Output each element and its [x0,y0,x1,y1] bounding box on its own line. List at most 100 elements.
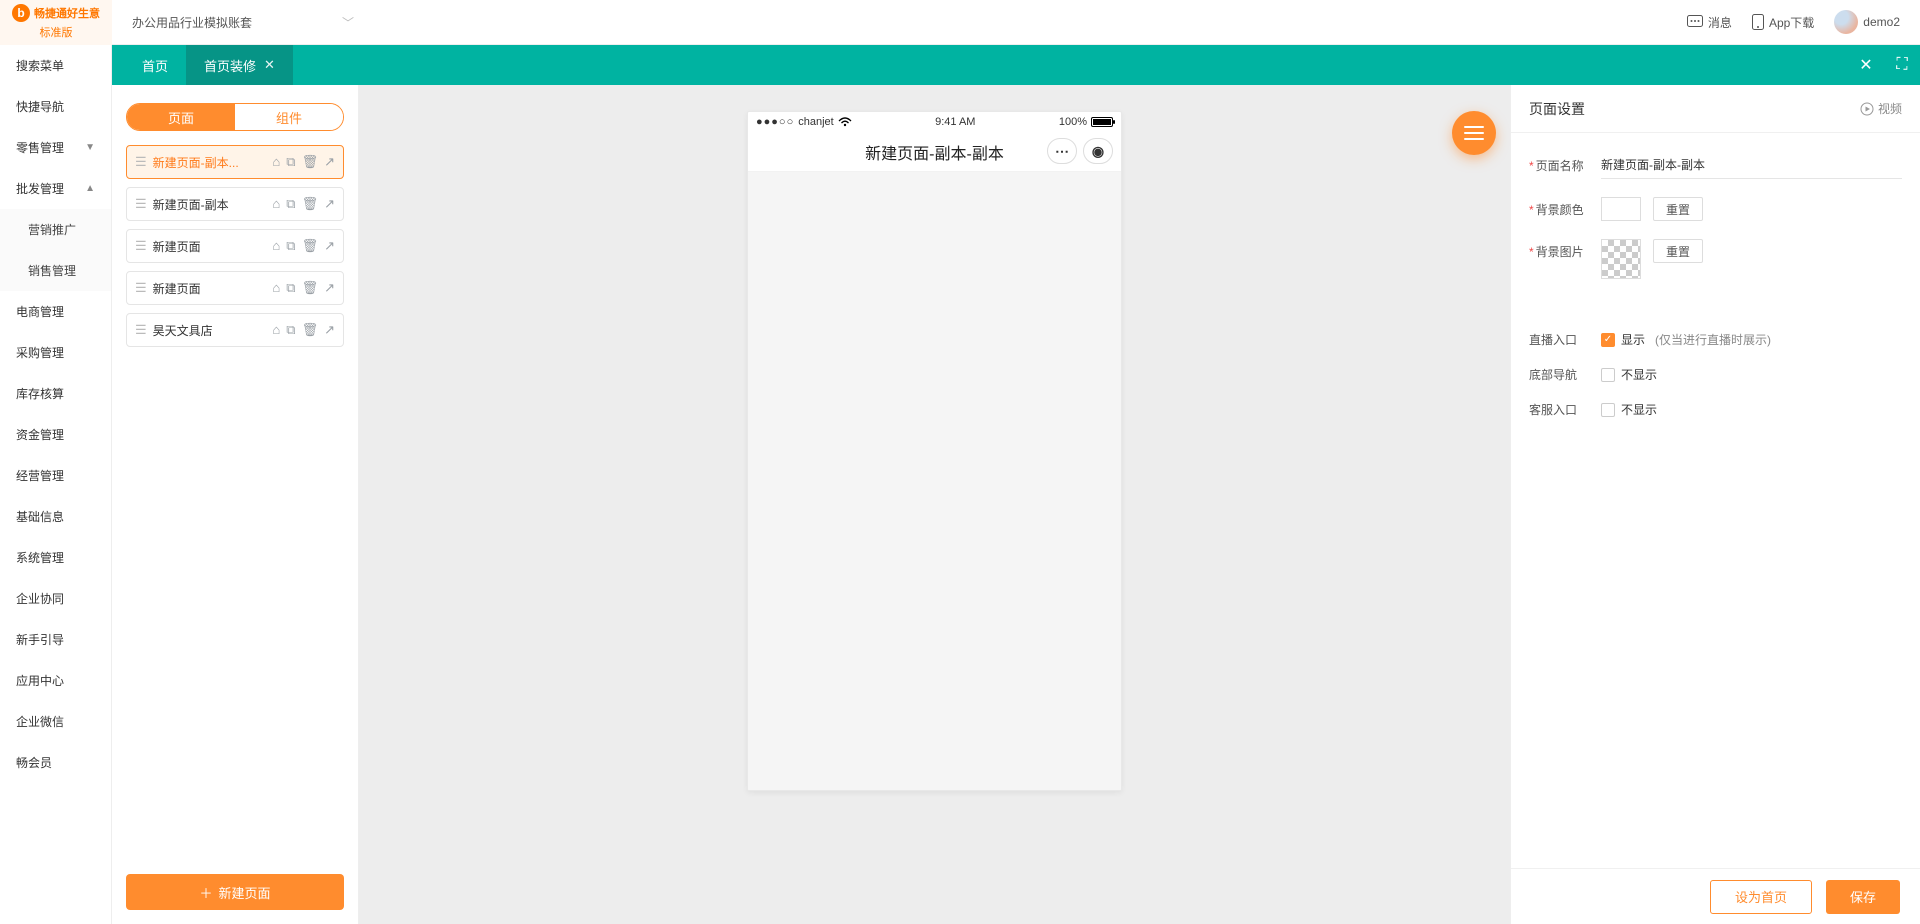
user-menu[interactable]: demo2 [1834,10,1900,34]
delete-icon[interactable]: 🗑 [302,322,319,338]
signal-icon: ●●●○○ [756,116,794,128]
nav-system[interactable]: 系统管理 [0,537,111,578]
nav-search-menu[interactable]: 搜索菜单 [0,45,111,86]
page-item-name: 新建页面 [153,280,265,297]
page-list: ☰ 新建页面-副本... ⌂ ⧉ 🗑 ↗ ☰ 新建页面-副本 [126,145,344,347]
home-icon[interactable]: ⌂ [272,280,280,296]
service-entry-checkbox[interactable] [1601,403,1615,417]
copy-icon[interactable]: ⧉ [286,280,295,296]
home-icon[interactable]: ⌂ [272,322,280,338]
avatar [1834,10,1858,34]
home-icon[interactable]: ⌂ [272,238,280,254]
live-entry-label: 直播入口 [1529,331,1589,348]
nav-membership[interactable]: 畅会员 [0,742,111,783]
nav-retail[interactable]: 零售管理▼ [0,127,111,168]
share-icon[interactable]: ↗ [324,238,335,254]
tab-home[interactable]: 首页 [124,45,186,85]
page-item-name: 新建页面-副本... [153,154,265,171]
nav-procurement[interactable]: 采购管理 [0,332,111,373]
phone-icon [1752,14,1764,30]
seg-page[interactable]: 页面 [127,104,235,130]
bottom-nav-checkbox[interactable] [1601,368,1615,382]
share-icon[interactable]: ↗ [324,154,335,170]
phone-body[interactable] [748,172,1121,790]
account-selector[interactable]: 办公用品行业模拟账套 ﹀ [132,14,354,31]
delete-icon[interactable]: 🗑 [302,196,319,212]
page-item[interactable]: ☰ 新建页面 ⌂⧉🗑↗ [126,229,344,263]
page-item-name: 昊天文具店 [153,322,265,339]
live-entry-cb-label: 显示 [1621,331,1645,348]
share-icon[interactable]: ↗ [324,196,335,212]
tab-decorate[interactable]: 首页装修 ✕ [186,45,293,85]
live-entry-checkbox[interactable]: ✓ [1601,333,1615,347]
share-icon[interactable]: ↗ [324,322,335,338]
tab-close-all[interactable]: ✕ [1848,45,1884,85]
seg-component[interactable]: 组件 [235,104,343,130]
delete-icon[interactable]: 🗑 [302,238,319,254]
drag-handle-icon[interactable]: ☰ [135,280,145,296]
nav-sales-mgmt[interactable]: 销售管理 [0,250,111,291]
home-icon[interactable]: ⌂ [272,154,280,170]
home-icon[interactable]: ⌂ [272,196,280,212]
page-item-name: 新建页面-副本 [153,196,265,213]
page-item[interactable]: ☰ 昊天文具店 ⌂ ⧉ 🗑 ↗ [126,313,344,347]
share-icon[interactable]: ↗ [324,280,335,296]
page-name-input[interactable] [1601,151,1902,179]
close-icon[interactable]: ✕ [264,57,275,73]
nav-wechat-work[interactable]: 企业微信 [0,701,111,742]
fullscreen-icon[interactable]: ⛶ [1884,45,1920,85]
messages-link[interactable]: 消息 [1687,14,1732,31]
tabbar: 首页 首页装修 ✕ ✕ ⛶ [112,45,1920,85]
wifi-icon [838,117,852,127]
user-name: demo2 [1863,15,1900,29]
copy-icon[interactable]: ⧉ [286,154,295,170]
chat-icon [1687,15,1703,29]
menu-icon [1463,124,1485,142]
top-header: b 畅捷通好生意 标准版 办公用品行业模拟账套 ﹀ 消息 App下载 demo2 [0,0,1920,45]
save-button[interactable]: 保存 [1826,880,1900,914]
nav-collab[interactable]: 企业协同 [0,578,111,619]
nav-funds[interactable]: 资金管理 [0,414,111,455]
copy-icon[interactable]: ⧉ [286,322,295,338]
brand-mark: b [12,4,30,22]
service-entry-label: 客服入口 [1529,401,1589,418]
nav-quick-nav[interactable]: 快捷导航 [0,86,111,127]
drag-handle-icon[interactable]: ☰ [135,322,145,338]
bottom-nav-cb-label: 不显示 [1621,366,1657,383]
copy-icon[interactable]: ⧉ [286,196,295,212]
page-item[interactable]: ☰ 新建页面-副本... ⌂ ⧉ 🗑 ↗ [126,145,344,179]
miniapp-close-button[interactable]: ◉ [1083,138,1113,164]
nav-wholesale[interactable]: 批发管理▲ [0,168,111,209]
drag-handle-icon[interactable]: ☰ [135,154,145,170]
bgimage-reset-button[interactable]: 重置 [1653,239,1703,263]
settings-title: 页面设置 [1529,99,1585,119]
app-download-label: App下载 [1769,14,1814,31]
bgimage-swatch[interactable] [1601,239,1641,279]
video-help-link[interactable]: 视频 [1860,100,1902,117]
page-item[interactable]: ☰ 新建页面-副本 ⌂ ⧉ 🗑 ↗ [126,187,344,221]
nav-operations[interactable]: 经营管理 [0,455,111,496]
drag-handle-icon[interactable]: ☰ [135,238,145,254]
bgcolor-reset-button[interactable]: 重置 [1653,197,1703,221]
plus-icon: ＋ [199,883,212,902]
set-home-button[interactable]: 设为首页 [1710,880,1812,914]
brand-edition: 标准版 [40,24,73,40]
delete-icon[interactable]: 🗑 [302,280,319,296]
nav-inventory[interactable]: 库存核算 [0,373,111,414]
nav-onboarding[interactable]: 新手引导 [0,619,111,660]
delete-icon[interactable]: 🗑 [302,154,319,170]
nav-baseinfo[interactable]: 基础信息 [0,496,111,537]
miniapp-menu-button[interactable]: ⋯ [1047,138,1077,164]
page-item[interactable]: ☰ 新建页面 ⌂ ⧉ 🗑 ↗ [126,271,344,305]
new-page-button[interactable]: ＋ 新建页面 [126,874,344,910]
phone-title: 新建页面-副本-副本 [865,140,1004,164]
copy-icon[interactable]: ⧉ [286,238,295,254]
drag-handle-icon[interactable]: ☰ [135,196,145,212]
nav-appcenter[interactable]: 应用中心 [0,660,111,701]
nav-ecommerce[interactable]: 电商管理 [0,291,111,332]
nav-marketing[interactable]: 营销推广 [0,209,111,250]
panel-toggle-button[interactable] [1452,111,1496,155]
brand-logo: b 畅捷通好生意 标准版 [0,0,112,45]
bgcolor-swatch[interactable] [1601,197,1641,221]
app-download-link[interactable]: App下载 [1752,14,1814,31]
